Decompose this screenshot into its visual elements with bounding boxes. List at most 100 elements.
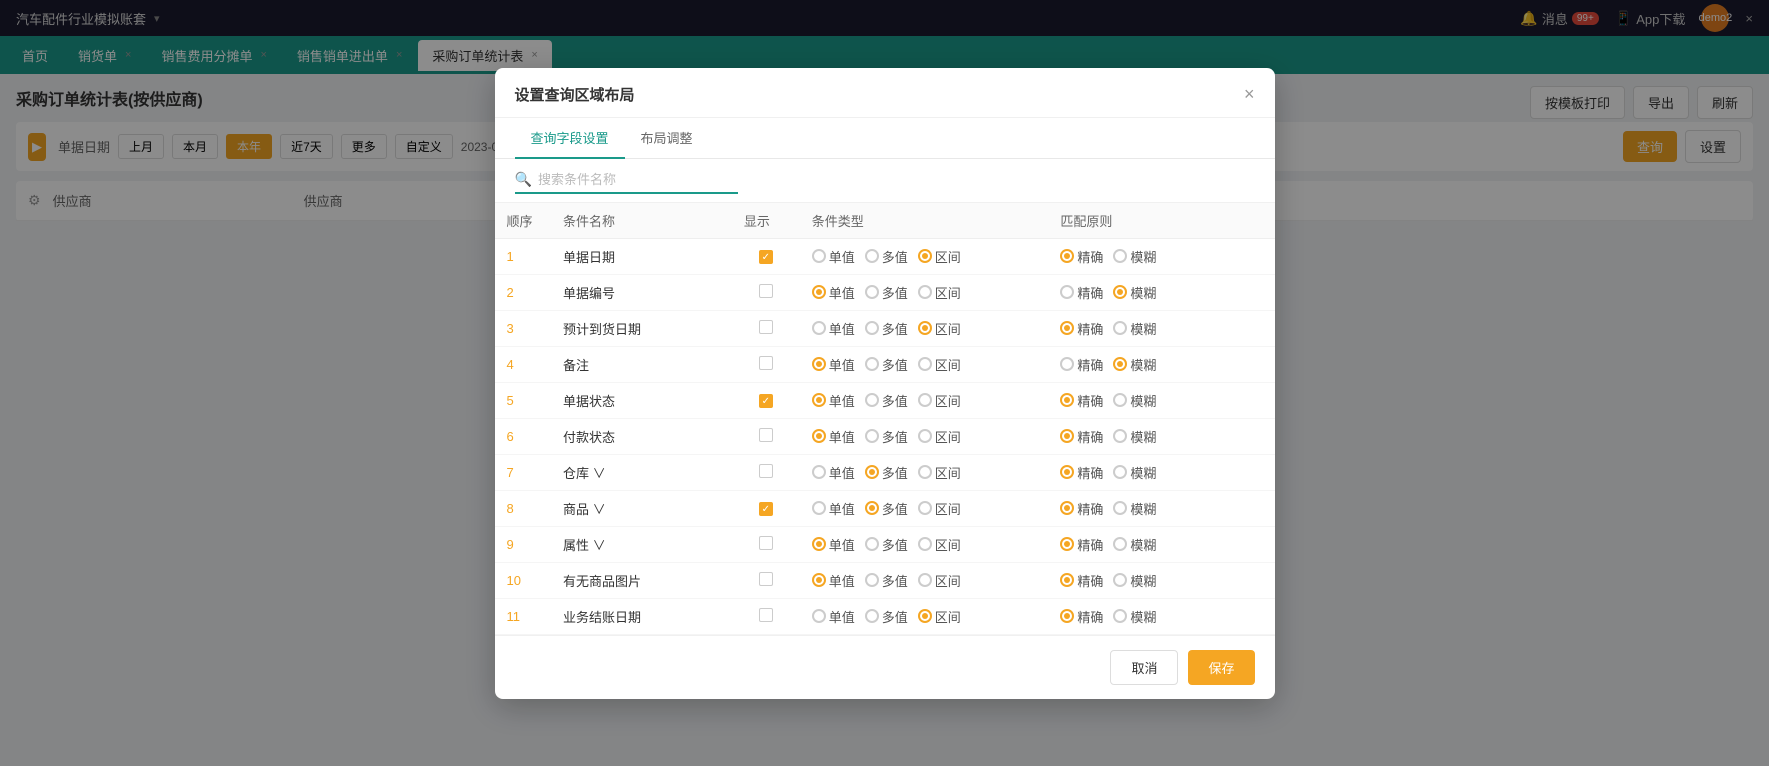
cell-type: 单值多值区间 — [800, 310, 1049, 346]
type-option-多值[interactable]: 多值 — [865, 283, 908, 302]
cell-type: 单值多值区间 — [800, 490, 1049, 526]
display-checkbox[interactable] — [759, 572, 773, 586]
th-display: 显示 — [732, 203, 800, 239]
type-option-区间[interactable]: 区间 — [918, 535, 961, 554]
cell-type: 单值多值区间 — [800, 418, 1049, 454]
tab-layout-adjust[interactable]: 布局调整 — [625, 118, 709, 159]
display-checkbox[interactable] — [759, 428, 773, 442]
match-option-精确[interactable]: 精确 — [1060, 391, 1103, 410]
type-option-区间[interactable]: 区间 — [918, 499, 961, 518]
cell-match: 精确模糊 — [1048, 274, 1274, 310]
conditions-table: 顺序 条件名称 显示 条件类型 匹配原则 — [495, 203, 1275, 635]
match-option-精确[interactable]: 精确 — [1060, 535, 1103, 554]
cell-match: 精确模糊 — [1048, 562, 1274, 598]
search-input[interactable] — [538, 172, 738, 187]
cell-display — [732, 274, 800, 310]
modal-body: 顺序 条件名称 显示 条件类型 匹配原则 — [495, 203, 1275, 635]
type-option-单值[interactable]: 单值 — [812, 427, 855, 446]
cell-name: 有无商品图片 — [551, 562, 732, 598]
type-option-单值[interactable]: 单值 — [812, 247, 855, 266]
match-option-精确[interactable]: 精确 — [1060, 427, 1103, 446]
table-row: 9属性 ∨单值多值区间精确模糊 — [495, 526, 1275, 562]
display-checkbox[interactable] — [759, 608, 773, 622]
type-option-多值[interactable]: 多值 — [865, 535, 908, 554]
type-option-区间[interactable]: 区间 — [918, 247, 961, 266]
type-option-单值[interactable]: 单值 — [812, 463, 855, 482]
table-row: 1单据日期✓单值多值区间精确模糊 — [495, 238, 1275, 274]
type-option-多值[interactable]: 多值 — [865, 607, 908, 626]
type-option-单值[interactable]: 单值 — [812, 355, 855, 374]
match-option-模糊[interactable]: 模糊 — [1113, 607, 1156, 626]
match-option-精确[interactable]: 精确 — [1060, 499, 1103, 518]
display-checkbox[interactable] — [759, 464, 773, 478]
modal-close-btn[interactable]: × — [1244, 85, 1255, 103]
match-option-模糊[interactable]: 模糊 — [1113, 535, 1156, 554]
type-option-区间[interactable]: 区间 — [918, 283, 961, 302]
display-checkbox[interactable] — [759, 356, 773, 370]
type-option-多值[interactable]: 多值 — [865, 427, 908, 446]
display-checkbox[interactable]: ✓ — [759, 502, 773, 516]
th-type: 条件类型 — [800, 203, 1049, 239]
type-option-单值[interactable]: 单值 — [812, 535, 855, 554]
match-option-模糊[interactable]: 模糊 — [1113, 463, 1156, 482]
match-option-精确[interactable]: 精确 — [1060, 247, 1103, 266]
display-checkbox[interactable]: ✓ — [759, 250, 773, 264]
th-match: 匹配原则 — [1048, 203, 1274, 239]
type-option-多值[interactable]: 多值 — [865, 355, 908, 374]
type-option-区间[interactable]: 区间 — [918, 319, 961, 338]
display-checkbox[interactable] — [759, 320, 773, 334]
cancel-btn[interactable]: 取消 — [1110, 650, 1178, 685]
cell-name: 单据日期 — [551, 238, 732, 274]
table-row: 7仓库 ∨单值多值区间精确模糊 — [495, 454, 1275, 490]
display-checkbox[interactable] — [759, 284, 773, 298]
type-option-区间[interactable]: 区间 — [918, 391, 961, 410]
type-option-单值[interactable]: 单值 — [812, 391, 855, 410]
cell-match: 精确模糊 — [1048, 238, 1274, 274]
cell-display — [732, 598, 800, 634]
cell-display: ✓ — [732, 382, 800, 418]
cell-order: 8 — [495, 490, 552, 526]
match-option-精确[interactable]: 精确 — [1060, 463, 1103, 482]
cell-name: 仓库 ∨ — [551, 454, 732, 490]
search-wrap: 🔍 — [515, 171, 738, 194]
type-option-单值[interactable]: 单值 — [812, 499, 855, 518]
type-option-区间[interactable]: 区间 — [918, 355, 961, 374]
display-checkbox[interactable]: ✓ — [759, 394, 773, 408]
match-option-模糊[interactable]: 模糊 — [1113, 283, 1156, 302]
save-btn[interactable]: 保存 — [1188, 650, 1254, 685]
type-option-多值[interactable]: 多值 — [865, 499, 908, 518]
match-option-精确[interactable]: 精确 — [1060, 571, 1103, 590]
type-option-区间[interactable]: 区间 — [918, 427, 961, 446]
type-option-多值[interactable]: 多值 — [865, 463, 908, 482]
table-row: 4备注单值多值区间精确模糊 — [495, 346, 1275, 382]
cell-name: 属性 ∨ — [551, 526, 732, 562]
match-option-模糊[interactable]: 模糊 — [1113, 499, 1156, 518]
type-option-单值[interactable]: 单值 — [812, 607, 855, 626]
type-option-区间[interactable]: 区间 — [918, 463, 961, 482]
type-option-单值[interactable]: 单值 — [812, 283, 855, 302]
type-option-区间[interactable]: 区间 — [918, 571, 961, 590]
match-option-精确[interactable]: 精确 — [1060, 283, 1103, 302]
match-option-模糊[interactable]: 模糊 — [1113, 427, 1156, 446]
type-option-单值[interactable]: 单值 — [812, 319, 855, 338]
match-option-模糊[interactable]: 模糊 — [1113, 247, 1156, 266]
cell-name: 商品 ∨ — [551, 490, 732, 526]
match-option-精确[interactable]: 精确 — [1060, 355, 1103, 374]
type-option-多值[interactable]: 多值 — [865, 391, 908, 410]
type-option-区间[interactable]: 区间 — [918, 607, 961, 626]
match-option-模糊[interactable]: 模糊 — [1113, 571, 1156, 590]
display-checkbox[interactable] — [759, 536, 773, 550]
match-option-精确[interactable]: 精确 — [1060, 319, 1103, 338]
cell-name: 业务结账日期 — [551, 598, 732, 634]
match-option-模糊[interactable]: 模糊 — [1113, 391, 1156, 410]
type-option-多值[interactable]: 多值 — [865, 571, 908, 590]
match-option-精确[interactable]: 精确 — [1060, 607, 1103, 626]
cell-name: 预计到货日期 — [551, 310, 732, 346]
match-option-模糊[interactable]: 模糊 — [1113, 319, 1156, 338]
type-option-单值[interactable]: 单值 — [812, 571, 855, 590]
type-option-多值[interactable]: 多值 — [865, 247, 908, 266]
cell-match: 精确模糊 — [1048, 526, 1274, 562]
match-option-模糊[interactable]: 模糊 — [1113, 355, 1156, 374]
type-option-多值[interactable]: 多值 — [865, 319, 908, 338]
tab-query-fields[interactable]: 查询字段设置 — [515, 118, 625, 159]
